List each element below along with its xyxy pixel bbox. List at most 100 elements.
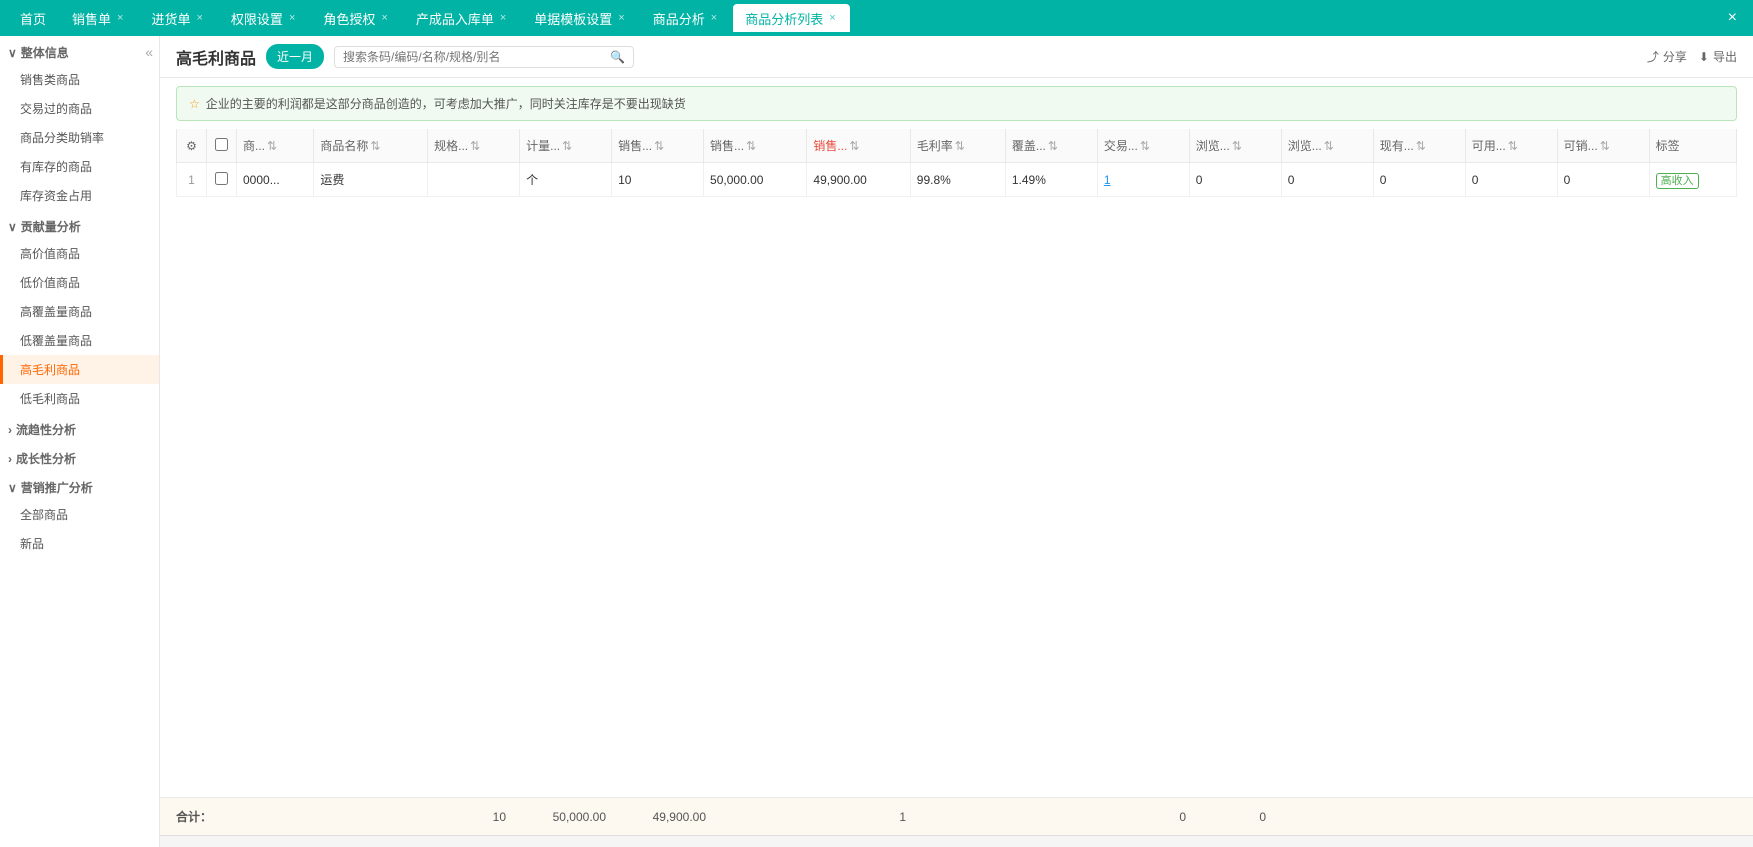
col-gross-margin[interactable]: 毛利率⇅	[910, 129, 1005, 163]
footer-sales-qty: 10	[432, 810, 512, 824]
data-table: ⚙ 商...⇅ 商品名称⇅ 规格...⇅ 计量...⇅ 销售...⇅ 销售...…	[176, 129, 1737, 197]
sidebar-collapse-button[interactable]: «	[145, 44, 153, 60]
nav-tab-roles[interactable]: 角色授权 ×	[311, 4, 401, 32]
row-checkbox-cell[interactable]	[207, 163, 237, 197]
col-coverage[interactable]: 覆盖...⇅	[1005, 129, 1097, 163]
share-button[interactable]: ⤴ 分享	[1647, 48, 1687, 65]
sidebar-item-traded-goods[interactable]: 交易过的商品	[0, 94, 159, 123]
sort-coverage-icon: ⇅	[1048, 139, 1058, 153]
search-box: 🔍	[334, 46, 634, 68]
row-transaction[interactable]: 1	[1097, 163, 1189, 197]
search-icon: 🔍	[610, 50, 625, 64]
col-checkbox[interactable]	[207, 129, 237, 163]
info-banner-text: 企业的主要的利润都是这部分商品创造的，可考虑加大推广，同时关注库存是不要出现缺货	[206, 95, 686, 112]
row-current-stock: 0	[1373, 163, 1465, 197]
sidebar-group-growth[interactable]: › 成长性分析	[0, 442, 159, 471]
nav-tab-sales[interactable]: 销售单 ×	[60, 4, 137, 32]
sort-unit-icon: ⇅	[562, 139, 572, 153]
nav-tab-purchase[interactable]: 进货单 ×	[139, 4, 216, 32]
nav-tab-analysis-list[interactable]: 商品分析列表 ×	[733, 4, 849, 32]
sidebar-item-all-goods[interactable]: 全部商品	[0, 500, 159, 529]
row-sales-cost: 49,900.00	[807, 163, 910, 197]
row-browse1: 0	[1189, 163, 1281, 197]
close-permissions-tab[interactable]: ×	[287, 11, 297, 25]
info-banner: ☆ 企业的主要的利润都是这部分商品创造的，可考虑加大推广，同时关注库存是不要出现…	[176, 86, 1737, 121]
col-available-stock[interactable]: 可用...⇅	[1465, 129, 1557, 163]
col-unit[interactable]: 计量...⇅	[520, 129, 612, 163]
sidebar-group-trend[interactable]: › 流趋性分析	[0, 413, 159, 442]
table-header-row: ⚙ 商...⇅ 商品名称⇅ 规格...⇅ 计量...⇅ 销售...⇅ 销售...…	[177, 129, 1737, 163]
sort-sales-amount-icon: ⇅	[746, 139, 756, 153]
nav-tab-production[interactable]: 产成品入库单 ×	[404, 4, 520, 32]
close-production-tab[interactable]: ×	[498, 11, 508, 25]
sidebar-item-low-margin[interactable]: 低毛利商品	[0, 384, 159, 413]
sort-current-stock-icon: ⇅	[1416, 139, 1426, 153]
sidebar-item-high-coverage[interactable]: 高覆盖量商品	[0, 297, 159, 326]
close-product-analysis-tab[interactable]: ×	[709, 11, 719, 25]
col-sales-amount[interactable]: 销售...⇅	[704, 129, 807, 163]
sidebar-item-high-value[interactable]: 高价值商品	[0, 239, 159, 268]
sort-gross-margin-icon: ⇅	[955, 139, 965, 153]
filter-recent-month-button[interactable]: 近一月	[266, 44, 324, 69]
export-icon: ⬇	[1699, 50, 1709, 64]
chevron-down-icon-3: ∨	[8, 481, 17, 495]
footer-available-stock: 0	[1112, 810, 1192, 824]
close-sales-tab[interactable]: ×	[115, 11, 125, 25]
sidebar-group-contribution[interactable]: ∨ 贡献量分析	[0, 210, 159, 239]
nav-tab-permissions[interactable]: 权限设置 ×	[219, 4, 309, 32]
close-roles-tab[interactable]: ×	[379, 11, 389, 25]
sidebar-item-sales-goods[interactable]: 销售类商品	[0, 65, 159, 94]
col-settings[interactable]: ⚙	[177, 129, 207, 163]
nav-tab-template[interactable]: 单据模板设置 ×	[522, 4, 638, 32]
col-spec[interactable]: 规格...⇅	[428, 129, 520, 163]
sidebar-item-stock-capital[interactable]: 库存资金占用	[0, 181, 159, 210]
bottom-scrollbar[interactable]	[160, 835, 1753, 847]
col-browse1[interactable]: 浏览...⇅	[1189, 129, 1281, 163]
col-current-stock[interactable]: 现有...⇅	[1373, 129, 1465, 163]
col-browse2[interactable]: 浏览...⇅	[1281, 129, 1373, 163]
row-checkbox[interactable]	[215, 172, 228, 185]
sort-sales-cost-icon: ⇅	[849, 139, 859, 153]
sort-sellable-stock-icon: ⇅	[1600, 139, 1610, 153]
sort-code-icon: ⇅	[267, 139, 277, 153]
nav-tab-home[interactable]: 首页	[8, 4, 58, 32]
row-available-stock: 0	[1465, 163, 1557, 197]
col-name[interactable]: 商品名称⇅	[314, 129, 428, 163]
sidebar-item-in-stock-goods[interactable]: 有库存的商品	[0, 152, 159, 181]
sort-sales-qty-icon: ⇅	[654, 139, 664, 153]
close-template-tab[interactable]: ×	[616, 11, 626, 25]
row-coverage: 1.49%	[1005, 163, 1097, 197]
sidebar-item-low-value[interactable]: 低价值商品	[0, 268, 159, 297]
nav-tab-product-analysis[interactable]: 商品分析 ×	[641, 4, 731, 32]
sidebar-item-low-coverage[interactable]: 低覆盖量商品	[0, 326, 159, 355]
sort-transaction-icon: ⇅	[1140, 139, 1150, 153]
close-analysis-list-tab[interactable]: ×	[827, 11, 837, 25]
sidebar-item-category-rate[interactable]: 商品分类助销率	[0, 123, 159, 152]
row-sellable-stock: 0	[1557, 163, 1649, 197]
sidebar-group-marketing[interactable]: ∨ 营销推广分析	[0, 471, 159, 500]
sort-browse1-icon: ⇅	[1232, 139, 1242, 153]
sort-name-icon: ⇅	[370, 139, 380, 153]
select-all-checkbox[interactable]	[215, 138, 228, 151]
sidebar-item-high-margin[interactable]: 高毛利商品	[0, 355, 159, 384]
close-purchase-tab[interactable]: ×	[194, 11, 204, 25]
footer-sales-cost: 49,900.00	[612, 810, 712, 824]
sidebar-item-new-goods[interactable]: 新品	[0, 529, 159, 558]
col-sales-qty[interactable]: 销售...⇅	[612, 129, 704, 163]
row-sales-qty: 10	[612, 163, 704, 197]
row-unit: 个	[520, 163, 612, 197]
col-code[interactable]: 商...⇅	[237, 129, 314, 163]
col-transaction[interactable]: 交易...⇅	[1097, 129, 1189, 163]
close-window-button[interactable]: ×	[1720, 9, 1745, 27]
content-header: 高毛利商品 近一月 🔍 ⤴ 分享 ⬇ 导出	[160, 36, 1753, 78]
col-tag[interactable]: 标签	[1649, 129, 1736, 163]
search-input[interactable]	[343, 50, 606, 64]
table-footer: 合计： 10 50,000.00 49,900.00 1 0 0	[160, 797, 1753, 835]
sidebar-group-overall[interactable]: ∨ 整体信息	[0, 36, 159, 65]
col-sales-cost[interactable]: 销售...⇅	[807, 129, 910, 163]
export-button[interactable]: ⬇ 导出	[1699, 48, 1737, 65]
col-sellable-stock[interactable]: 可销...⇅	[1557, 129, 1649, 163]
row-sales-amount: 50,000.00	[704, 163, 807, 197]
chevron-down-icon-2: ∨	[8, 220, 17, 234]
footer-sellable-stock: 0	[1192, 810, 1272, 824]
